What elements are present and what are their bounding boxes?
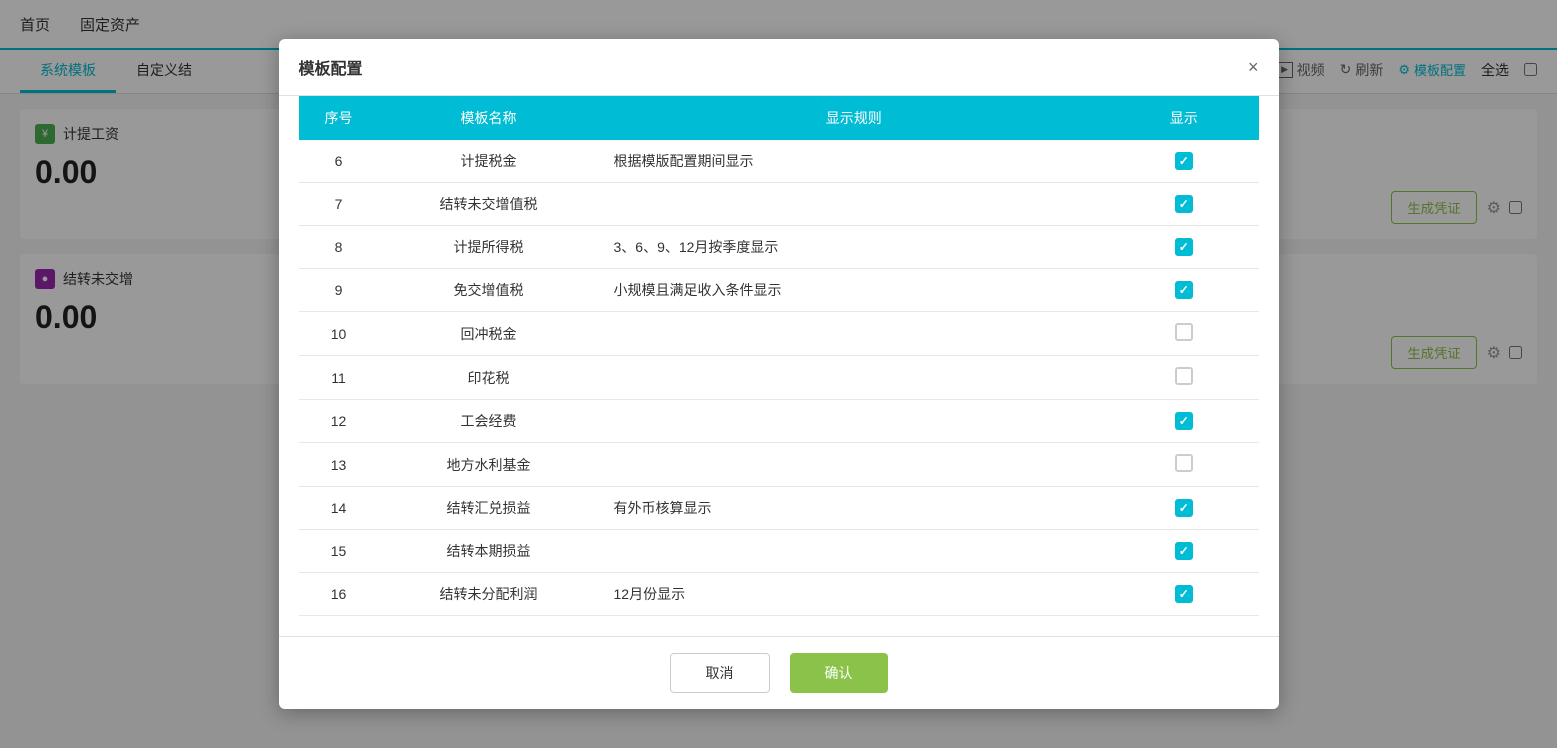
cell-rule: 有外币核算显示 xyxy=(599,487,1109,530)
display-checkbox-10[interactable] xyxy=(1175,323,1193,341)
cell-name: 结转汇兑损益 xyxy=(379,487,599,530)
table-row: 12工会经费 xyxy=(299,400,1259,443)
cancel-button[interactable]: 取消 xyxy=(670,653,770,693)
table-row: 14结转汇兑损益有外币核算显示 xyxy=(299,487,1259,530)
col-rule: 显示规则 xyxy=(599,96,1109,140)
cell-seq: 16 xyxy=(299,573,379,616)
cell-rule: 12月份显示 xyxy=(599,573,1109,616)
cell-checkbox xyxy=(1109,183,1259,226)
cell-checkbox xyxy=(1109,487,1259,530)
cell-rule xyxy=(599,530,1109,573)
cell-checkbox xyxy=(1109,356,1259,400)
cell-name: 回冲税金 xyxy=(379,312,599,356)
cell-rule: 3、6、9、12月按季度显示 xyxy=(599,226,1109,269)
cell-checkbox xyxy=(1109,269,1259,312)
table-scroll-area: 序号 模板名称 显示规则 显示 6计提税金根据模版配置期间显示7结转未交增值税8… xyxy=(299,96,1259,616)
cell-rule: 根据模版配置期间显示 xyxy=(599,140,1109,183)
cell-checkbox xyxy=(1109,226,1259,269)
cell-rule xyxy=(599,356,1109,400)
cell-name: 印花税 xyxy=(379,356,599,400)
cell-name: 结转本期损益 xyxy=(379,530,599,573)
col-name: 模板名称 xyxy=(379,96,599,140)
display-checkbox-11[interactable] xyxy=(1175,367,1193,385)
col-seq: 序号 xyxy=(299,96,379,140)
dialog-overlay: 模板配置 × 序号 模板名称 显示规则 显示 6计提税金根 xyxy=(0,0,1557,748)
table-row: 13地方水利基金 xyxy=(299,443,1259,487)
cell-name: 地方水利基金 xyxy=(379,443,599,487)
table-row: 9免交增值税小规模且满足收入条件显示 xyxy=(299,269,1259,312)
cell-name: 免交增值税 xyxy=(379,269,599,312)
cell-name: 工会经费 xyxy=(379,400,599,443)
col-display: 显示 xyxy=(1109,96,1259,140)
cell-seq: 8 xyxy=(299,226,379,269)
cell-rule xyxy=(599,400,1109,443)
table-row: 10回冲税金 xyxy=(299,312,1259,356)
config-table: 序号 模板名称 显示规则 显示 6计提税金根据模版配置期间显示7结转未交增值税8… xyxy=(299,96,1259,616)
dialog-footer: 取消 确认 xyxy=(279,636,1279,709)
cell-seq: 6 xyxy=(299,140,379,183)
table-header-row: 序号 模板名称 显示规则 显示 xyxy=(299,96,1259,140)
cell-checkbox xyxy=(1109,573,1259,616)
cell-seq: 10 xyxy=(299,312,379,356)
cell-checkbox xyxy=(1109,530,1259,573)
cell-seq: 14 xyxy=(299,487,379,530)
table-row: 11印花税 xyxy=(299,356,1259,400)
cell-seq: 11 xyxy=(299,356,379,400)
display-checkbox-14[interactable] xyxy=(1175,499,1193,517)
cell-seq: 15 xyxy=(299,530,379,573)
cell-checkbox xyxy=(1109,400,1259,443)
table-row: 15结转本期损益 xyxy=(299,530,1259,573)
cell-seq: 7 xyxy=(299,183,379,226)
cell-checkbox xyxy=(1109,443,1259,487)
cell-seq: 13 xyxy=(299,443,379,487)
table-row: 6计提税金根据模版配置期间显示 xyxy=(299,140,1259,183)
table-row: 8计提所得税3、6、9、12月按季度显示 xyxy=(299,226,1259,269)
display-checkbox-6[interactable] xyxy=(1175,152,1193,170)
table-row: 7结转未交增值税 xyxy=(299,183,1259,226)
display-checkbox-16[interactable] xyxy=(1175,585,1193,603)
display-checkbox-8[interactable] xyxy=(1175,238,1193,256)
confirm-button[interactable]: 确认 xyxy=(790,653,888,693)
cell-seq: 9 xyxy=(299,269,379,312)
cell-seq: 12 xyxy=(299,400,379,443)
dialog-body: 序号 模板名称 显示规则 显示 6计提税金根据模版配置期间显示7结转未交增值税8… xyxy=(279,96,1279,636)
cell-checkbox xyxy=(1109,312,1259,356)
cell-rule: 小规模且满足收入条件显示 xyxy=(599,269,1109,312)
dialog-title: 模板配置 xyxy=(299,55,363,79)
cell-rule xyxy=(599,312,1109,356)
table-row: 16结转未分配利润12月份显示 xyxy=(299,573,1259,616)
template-config-dialog: 模板配置 × 序号 模板名称 显示规则 显示 6计提税金根 xyxy=(279,39,1279,709)
display-checkbox-9[interactable] xyxy=(1175,281,1193,299)
display-checkbox-12[interactable] xyxy=(1175,412,1193,430)
cell-rule xyxy=(599,443,1109,487)
dialog-header: 模板配置 × xyxy=(279,39,1279,96)
cell-name: 计提所得税 xyxy=(379,226,599,269)
close-button[interactable]: × xyxy=(1248,58,1259,76)
cell-name: 结转未分配利润 xyxy=(379,573,599,616)
cell-checkbox xyxy=(1109,140,1259,183)
cell-name: 计提税金 xyxy=(379,140,599,183)
display-checkbox-13[interactable] xyxy=(1175,454,1193,472)
cell-name: 结转未交增值税 xyxy=(379,183,599,226)
cell-rule xyxy=(599,183,1109,226)
display-checkbox-15[interactable] xyxy=(1175,542,1193,560)
display-checkbox-7[interactable] xyxy=(1175,195,1193,213)
